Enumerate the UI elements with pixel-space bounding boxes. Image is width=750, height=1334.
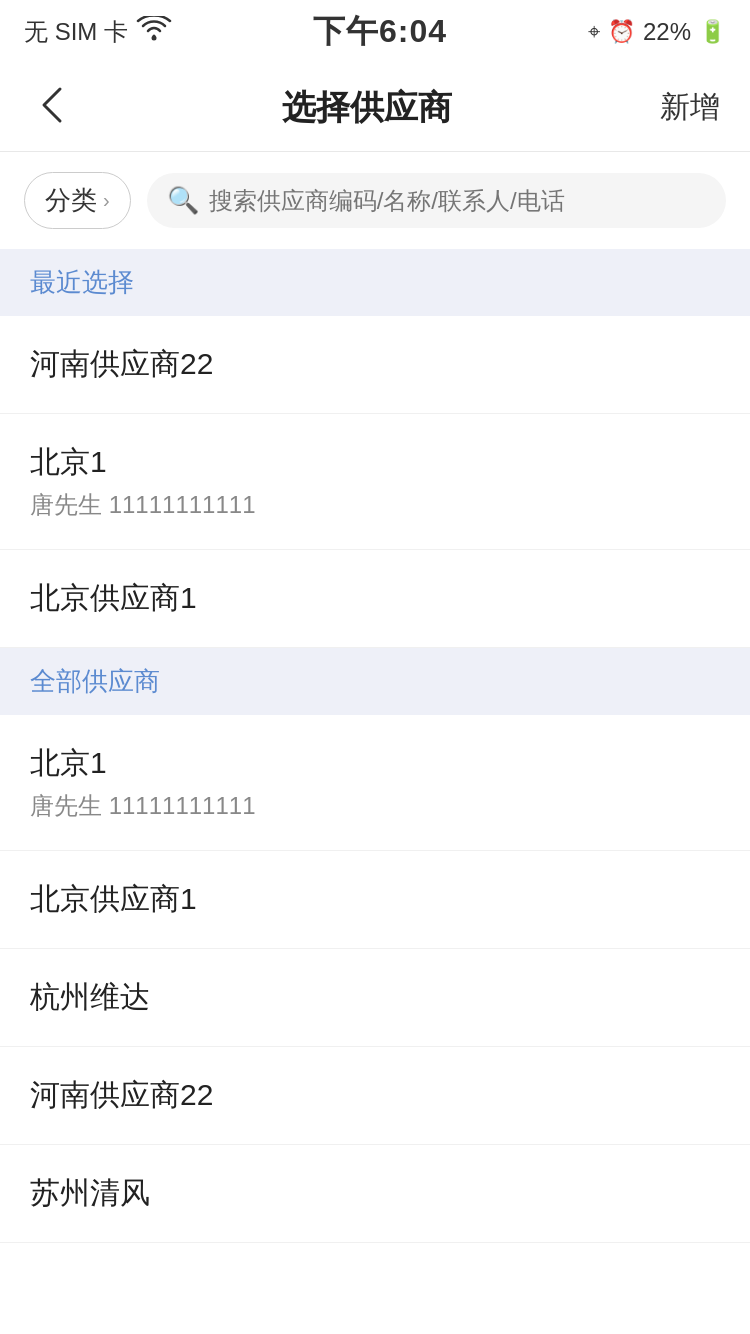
status-left: 无 SIM 卡: [24, 16, 172, 48]
status-right: ⌖ ⏰ 22% 🔋: [588, 18, 726, 46]
supplier-name: 北京1: [30, 743, 720, 784]
section-header-all: 全部供应商: [0, 648, 750, 715]
list-item[interactable]: 北京供应商1: [0, 550, 750, 648]
battery-label: 22%: [643, 18, 691, 46]
list-item[interactable]: 北京1 唐先生 11111111111: [0, 414, 750, 550]
supplier-name: 河南供应商22: [30, 1075, 720, 1116]
supplier-name: 北京1: [30, 442, 720, 483]
supplier-contact: 唐先生 11111111111: [30, 489, 720, 521]
alarm-icon: ⏰: [608, 19, 635, 45]
battery-icon: 🔋: [699, 19, 726, 45]
status-time: 下午6:04: [313, 10, 447, 54]
list-item[interactable]: 北京供应商1: [0, 851, 750, 949]
location-icon: ⌖: [588, 19, 600, 45]
page-title: 选择供应商: [282, 85, 452, 131]
add-button[interactable]: 新增: [660, 87, 720, 128]
sim-label: 无 SIM 卡: [24, 16, 128, 48]
list-item[interactable]: 苏州清风: [0, 1145, 750, 1243]
nav-bar: 选择供应商 新增: [0, 64, 750, 152]
list-item[interactable]: 河南供应商22: [0, 1047, 750, 1145]
category-button[interactable]: 分类 ›: [24, 172, 131, 229]
supplier-contact: 唐先生 11111111111: [30, 790, 720, 822]
supplier-name: 北京供应商1: [30, 578, 720, 619]
supplier-name: 河南供应商22: [30, 344, 720, 385]
wifi-icon: [136, 16, 172, 48]
search-box: 🔍: [147, 173, 726, 228]
filter-bar: 分类 › 🔍: [0, 152, 750, 249]
back-button[interactable]: [30, 75, 74, 141]
list-item[interactable]: 杭州维达: [0, 949, 750, 1047]
supplier-name: 杭州维达: [30, 977, 720, 1018]
section-header-text-recent: 最近选择: [30, 267, 134, 297]
status-bar: 无 SIM 卡 下午6:04 ⌖ ⏰ 22% 🔋: [0, 0, 750, 64]
section-header-text-all: 全部供应商: [30, 666, 160, 696]
supplier-name: 苏州清风: [30, 1173, 720, 1214]
list-item[interactable]: 北京1 唐先生 11111111111: [0, 715, 750, 851]
svg-point-0: [152, 36, 157, 41]
search-icon: 🔍: [167, 185, 199, 216]
supplier-name: 北京供应商1: [30, 879, 720, 920]
category-label: 分类: [45, 183, 97, 218]
search-input[interactable]: [209, 187, 706, 215]
chevron-right-icon: ›: [103, 189, 110, 212]
list-item[interactable]: 河南供应商22: [0, 316, 750, 414]
section-header-recent: 最近选择: [0, 249, 750, 316]
supplier-list: 最近选择河南供应商22 北京1 唐先生 11111111111 北京供应商1 全部供应商…: [0, 249, 750, 1243]
